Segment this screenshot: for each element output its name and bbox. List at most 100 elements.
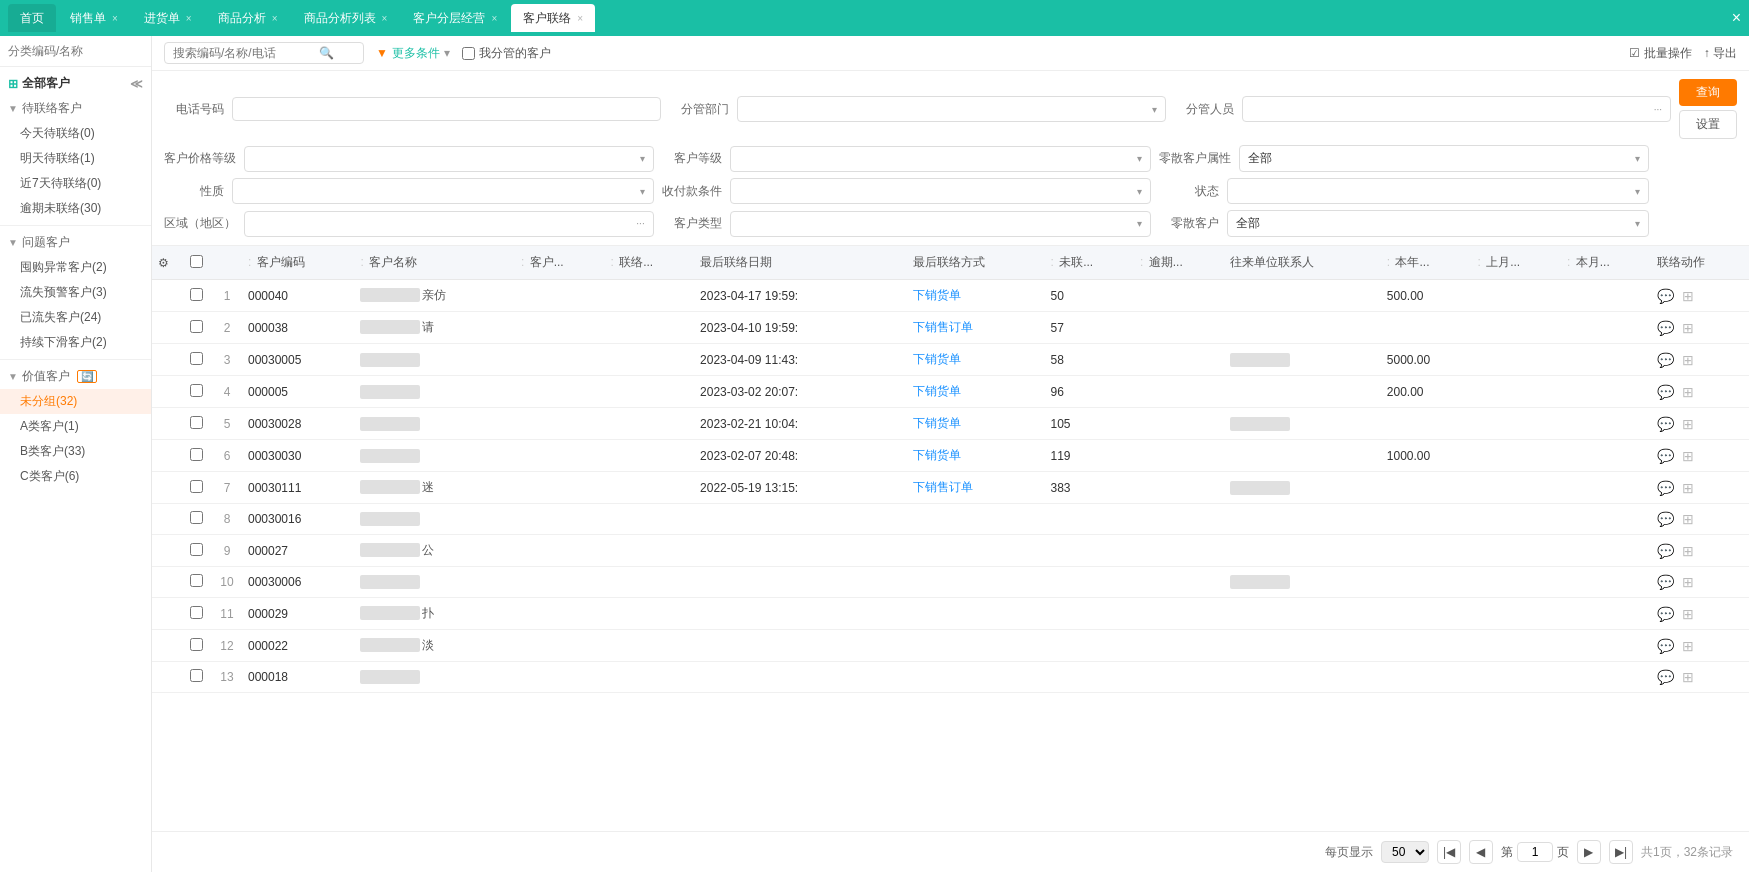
col-this-month[interactable]: : 本月... xyxy=(1561,246,1651,280)
dept-select[interactable]: ▾ xyxy=(737,96,1166,122)
row-checkbox-cell[interactable] xyxy=(184,440,212,472)
row-last-way-cell[interactable]: 下销售订单 xyxy=(907,472,1045,504)
row-checkbox[interactable] xyxy=(190,416,203,429)
tab-sales[interactable]: 销售单 × xyxy=(58,4,130,32)
tab-goods-analysis-list[interactable]: 商品分析列表 × xyxy=(292,4,400,32)
row-checkbox-cell[interactable] xyxy=(184,598,212,630)
sidebar-collapse-btn[interactable]: ≪ xyxy=(130,77,143,91)
reset-btn[interactable]: 设置 xyxy=(1679,110,1737,139)
per-page-select[interactable]: 50 xyxy=(1381,841,1429,863)
chat-action-icon[interactable]: 💬 xyxy=(1657,511,1674,527)
sidebar-item-ungroup[interactable]: 未分组(32) xyxy=(0,389,151,414)
next-page-btn[interactable]: ▶ xyxy=(1577,840,1601,864)
row-last-way-cell[interactable]: 下销货单 xyxy=(907,408,1045,440)
chat-action-icon[interactable]: 💬 xyxy=(1657,480,1674,496)
row-checkbox-cell[interactable] xyxy=(184,504,212,535)
more-action-icon[interactable]: ⊞ xyxy=(1682,606,1694,622)
col-last-month[interactable]: : 上月... xyxy=(1471,246,1561,280)
retail-select[interactable]: 全部 ▾ xyxy=(1227,210,1649,237)
row-checkbox[interactable] xyxy=(190,448,203,461)
row-checkbox[interactable] xyxy=(190,288,203,301)
retail-attr-select[interactable]: 全部 ▾ xyxy=(1239,145,1649,172)
tab-customer-tier[interactable]: 客户分层经营 × xyxy=(401,4,509,32)
sidebar-item-overdue-contact[interactable]: 逾期未联络(30) xyxy=(0,196,151,221)
col-company-contact[interactable]: 往来单位联系人 xyxy=(1224,246,1381,280)
row-checkbox-cell[interactable] xyxy=(184,535,212,567)
sidebar-item-churn-warning[interactable]: 流失预警客户(3) xyxy=(0,280,151,305)
row-checkbox[interactable] xyxy=(190,511,203,524)
status-select[interactable]: ▾ xyxy=(1227,178,1649,204)
tab-home[interactable]: 首页 xyxy=(8,4,56,32)
last-page-btn[interactable]: ▶| xyxy=(1609,840,1633,864)
sidebar-item-7days-pending[interactable]: 近7天待联络(0) xyxy=(0,171,151,196)
payment-select[interactable]: ▾ xyxy=(730,178,1152,204)
row-checkbox-cell[interactable] xyxy=(184,630,212,662)
row-checkbox-cell[interactable] xyxy=(184,344,212,376)
last-way-link[interactable]: 下销货单 xyxy=(913,416,961,430)
tab-customer-contact[interactable]: 客户联络 × xyxy=(511,4,595,32)
more-action-icon[interactable]: ⊞ xyxy=(1682,638,1694,654)
my-customers-check[interactable] xyxy=(462,47,475,60)
tab-customer-tier-close[interactable]: × xyxy=(491,13,497,24)
col-contact[interactable]: : 联络... xyxy=(605,246,695,280)
chat-action-icon[interactable]: 💬 xyxy=(1657,669,1674,685)
row-checkbox[interactable] xyxy=(190,384,203,397)
row-last-way-cell[interactable]: 下销货单 xyxy=(907,344,1045,376)
col-last-way[interactable]: 最后联络方式 xyxy=(907,246,1045,280)
sidebar-item-today-pending[interactable]: 今天待联络(0) xyxy=(0,121,151,146)
row-checkbox-cell[interactable] xyxy=(184,376,212,408)
row-checkbox[interactable] xyxy=(190,480,203,493)
phone-input[interactable] xyxy=(232,97,661,121)
row-checkbox[interactable] xyxy=(190,638,203,651)
row-checkbox-cell[interactable] xyxy=(184,280,212,312)
export-btn[interactable]: ↑ 导出 xyxy=(1704,45,1737,62)
sidebar-item-churned[interactable]: 已流失客户(24) xyxy=(0,305,151,330)
row-last-way-cell[interactable] xyxy=(907,662,1045,693)
more-action-icon[interactable]: ⊞ xyxy=(1682,480,1694,496)
price-tier-select[interactable]: ▾ xyxy=(244,146,654,172)
my-customers-checkbox[interactable]: 我分管的客户 xyxy=(462,45,551,62)
nature-select[interactable]: ▾ xyxy=(232,178,654,204)
more-action-icon[interactable]: ⊞ xyxy=(1682,352,1694,368)
region-select[interactable]: ··· xyxy=(244,211,654,237)
col-gear[interactable]: ⚙ xyxy=(152,246,184,280)
row-last-way-cell[interactable]: 下销货单 xyxy=(907,440,1045,472)
sidebar-search-input[interactable] xyxy=(8,44,152,58)
tab-purchase-close[interactable]: × xyxy=(186,13,192,24)
last-way-link[interactable]: 下销货单 xyxy=(913,288,961,302)
row-checkbox[interactable] xyxy=(190,574,203,587)
search-box[interactable]: 🔍 xyxy=(164,42,364,64)
search-input[interactable] xyxy=(173,46,313,60)
col-last-date[interactable]: 最后联络日期 xyxy=(694,246,907,280)
sidebar-item-a-class[interactable]: A类客户(1) xyxy=(0,414,151,439)
all-customers-section[interactable]: ⊞ 全部客户 ≪ xyxy=(0,67,151,96)
chat-action-icon[interactable]: 💬 xyxy=(1657,448,1674,464)
search-icon[interactable]: 🔍 xyxy=(319,46,334,60)
sidebar-item-hoarding[interactable]: 囤购异常客户(2) xyxy=(0,255,151,280)
last-way-link[interactable]: 下销货单 xyxy=(913,448,961,462)
last-way-link[interactable]: 下销货单 xyxy=(913,384,961,398)
chat-action-icon[interactable]: 💬 xyxy=(1657,606,1674,622)
row-last-way-cell[interactable] xyxy=(907,630,1045,662)
last-way-link[interactable]: 下销售订单 xyxy=(913,320,973,334)
sidebar-item-declining[interactable]: 持续下滑客户(2) xyxy=(0,330,151,355)
row-checkbox-cell[interactable] xyxy=(184,662,212,693)
page-number-input[interactable] xyxy=(1517,842,1553,862)
more-action-icon[interactable]: ⊞ xyxy=(1682,669,1694,685)
customer-tier-select[interactable]: ▾ xyxy=(730,146,1152,172)
row-last-way-cell[interactable]: 下销货单 xyxy=(907,376,1045,408)
chat-action-icon[interactable]: 💬 xyxy=(1657,288,1674,304)
sidebar-group-value[interactable]: ▼ 价值客户 🔄 xyxy=(0,364,151,389)
tab-goods-analysis-close[interactable]: × xyxy=(272,13,278,24)
last-way-link[interactable]: 下销货单 xyxy=(913,352,961,366)
row-checkbox-cell[interactable] xyxy=(184,408,212,440)
col-no-contact[interactable]: : 未联... xyxy=(1044,246,1134,280)
row-checkbox[interactable] xyxy=(190,606,203,619)
last-way-link[interactable]: 下销售订单 xyxy=(913,480,973,494)
settings-icon[interactable]: ⚙ xyxy=(158,256,169,270)
more-action-icon[interactable]: ⊞ xyxy=(1682,574,1694,590)
row-checkbox[interactable] xyxy=(190,543,203,556)
row-checkbox-cell[interactable] xyxy=(184,567,212,598)
select-all-checkbox[interactable] xyxy=(190,255,203,268)
col-this-year[interactable]: : 本年... xyxy=(1381,246,1472,280)
